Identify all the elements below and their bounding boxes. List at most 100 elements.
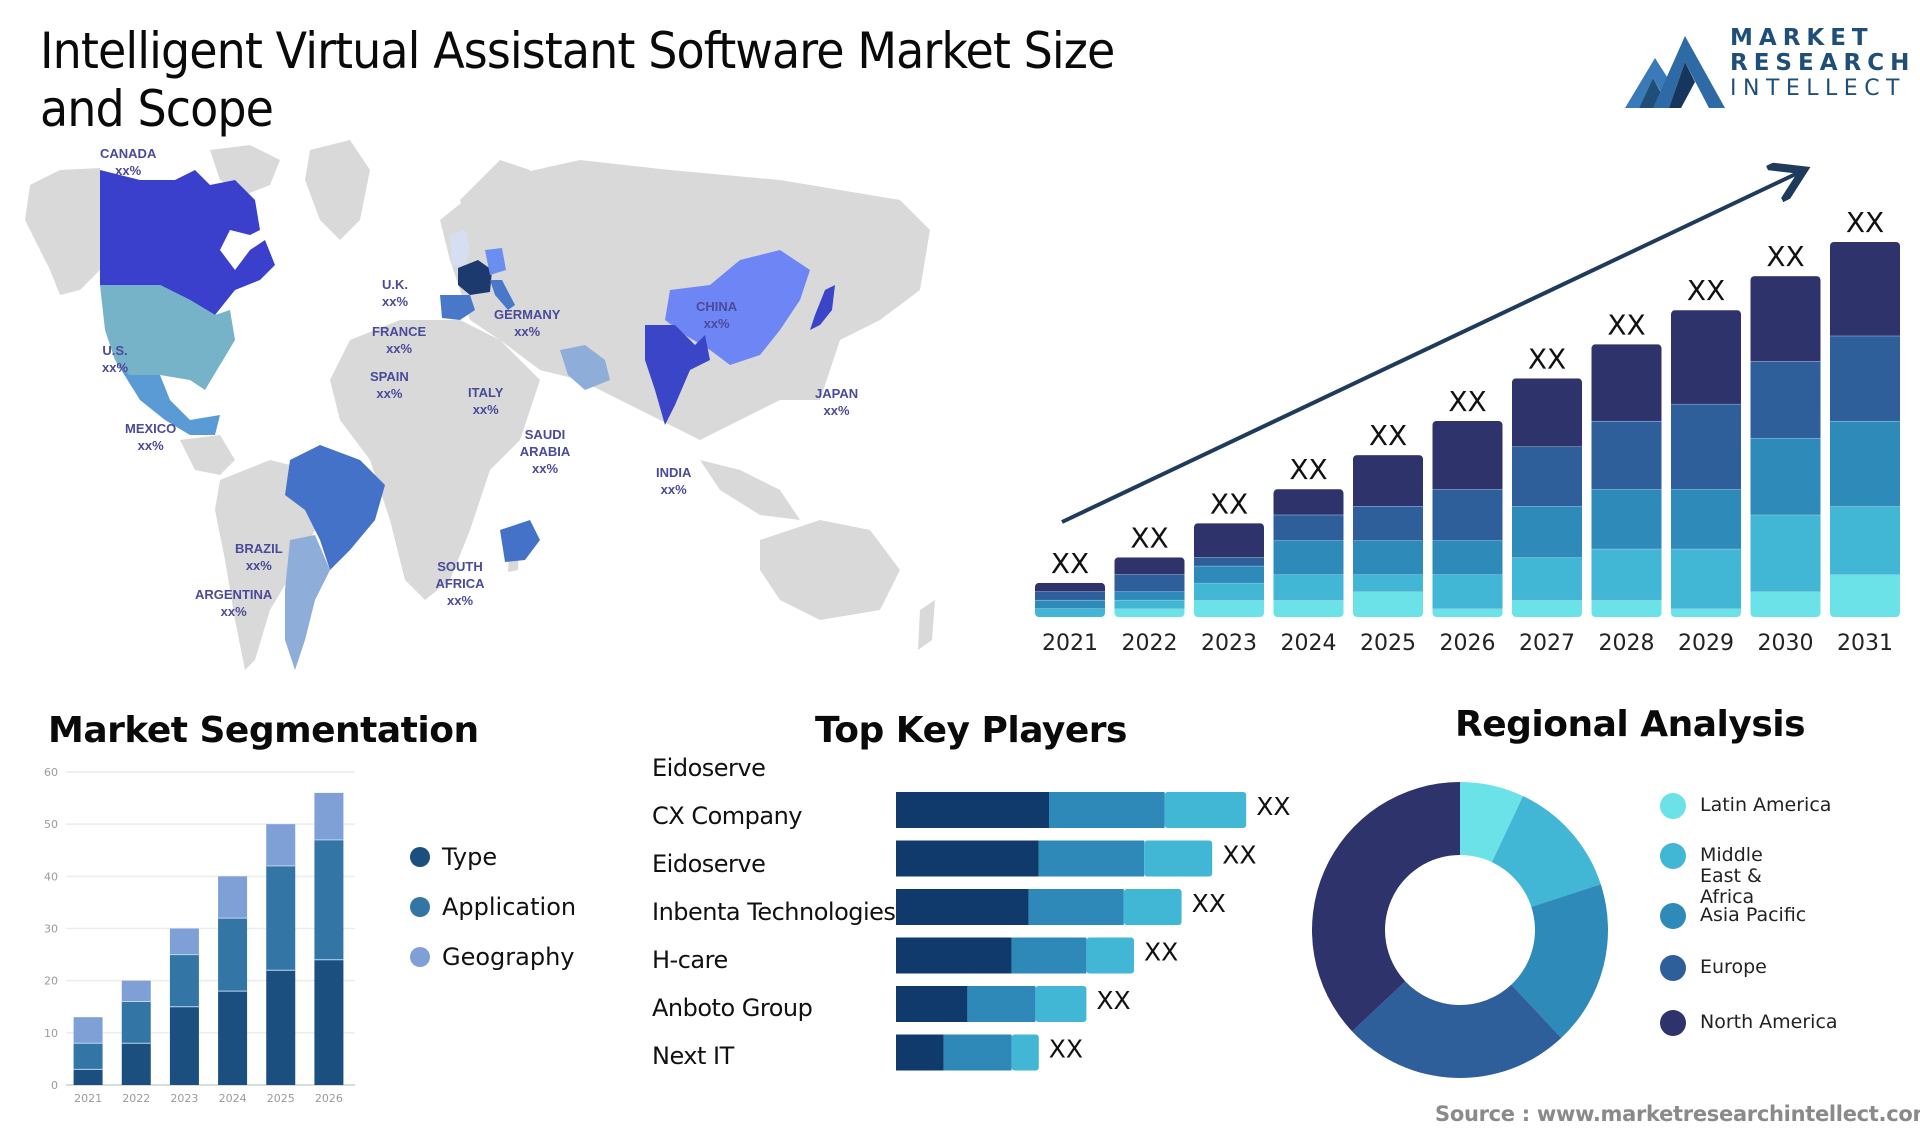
seg-bar-type	[169, 1006, 199, 1085]
x-tick-label: 2026	[1440, 631, 1496, 656]
player-bar-segment	[896, 889, 1029, 925]
bar-segment-4	[1194, 557, 1264, 566]
bar-segment-5	[1671, 310, 1741, 404]
bar-2026	[1432, 420, 1503, 617]
region-legend-north-america: North America	[1660, 1010, 1838, 1036]
bar-segment-5	[1035, 582, 1105, 592]
player-bar-segment	[967, 986, 1036, 1022]
bar-segment-4	[1353, 506, 1423, 541]
player-bar-segment	[1028, 889, 1124, 925]
bar-segment-1	[1750, 591, 1821, 617]
bar-2023	[1194, 523, 1264, 617]
y-tick-label: 40	[44, 870, 58, 883]
seg-bar-type	[218, 991, 248, 1085]
x-tick-label: 2031	[1837, 631, 1893, 656]
region-legend-europe: Europe	[1660, 955, 1767, 981]
x-tick-label: 2030	[1758, 631, 1814, 656]
legend-label-geography: Geography	[442, 943, 575, 971]
player-name: Inbenta Technologies	[652, 898, 896, 926]
player-data-label: XX	[1096, 986, 1130, 1015]
regional-donut-svg	[1312, 782, 1608, 1078]
map-label-uk: U.K. xx%	[382, 277, 409, 309]
player-data-label: XX	[1049, 1035, 1083, 1064]
player-bar-segment	[896, 840, 1039, 877]
y-tick-label: 20	[44, 975, 58, 988]
bar-segment-3	[1114, 591, 1185, 600]
x-tick-label: 2021	[1042, 631, 1098, 656]
bar-segment-5	[1194, 523, 1264, 558]
player-bar	[896, 792, 1247, 828]
seg-bar-type	[73, 1069, 103, 1085]
region-dot-north-america	[1660, 1010, 1686, 1036]
player-data-label: XX	[1192, 889, 1226, 918]
player-bar-segment	[1049, 792, 1165, 828]
player-bar-segment	[896, 1034, 944, 1071]
seg-bar-geography	[73, 1017, 103, 1044]
bar-segment-4	[1512, 446, 1582, 507]
seg-bar-geography	[266, 824, 296, 866]
bar-segment-1	[1273, 599, 1344, 617]
bar-2024	[1273, 489, 1344, 617]
bar-segment-3	[1512, 506, 1582, 558]
player-bar-segment	[896, 986, 968, 1022]
segmentation-chart: 0 10 20 30 40 50 60 2021 2022 2023 2024 2025 2026	[30, 760, 370, 1110]
bar-data-label: XX	[1369, 419, 1407, 452]
bar-segment-4	[1750, 361, 1821, 439]
bar-segment-1	[1830, 574, 1900, 617]
bar-data-label: XX	[1210, 487, 1248, 520]
logo-text-intellect: INTELLECT	[1730, 76, 1906, 101]
source-footer: Source : www.marketresearchintellect.com	[1435, 1102, 1920, 1126]
donut-slice-north-america	[1312, 782, 1460, 1032]
x-tick-label: 2026	[315, 1092, 343, 1105]
seg-bar-application	[266, 865, 296, 971]
bar-segment-4	[1432, 489, 1503, 541]
region-dot-europe	[1660, 955, 1686, 981]
player-bar-segment	[896, 937, 1012, 974]
map-label-argentina: ARGENTINA xx%	[195, 587, 273, 619]
bar-segment-5	[1591, 344, 1662, 421]
brand-logo: MARKET RESEARCH INTELLECT	[1625, 26, 1909, 108]
bar-segment-5	[1750, 276, 1821, 362]
bar-segment-4	[1114, 574, 1185, 592]
legend-dot-geography	[410, 947, 430, 967]
bar-segment-1	[1114, 608, 1185, 617]
world-map: CANADA xx% U.S. xx% MEXICO xx% U.K. xx% FRAN…	[20, 140, 940, 680]
bar-segment-5	[1432, 420, 1503, 490]
bar-segment-2	[1512, 557, 1582, 600]
x-tick-label: 2023	[170, 1092, 198, 1105]
segmentation-chart-svg: 0 10 20 30 40 50 60 2021 2022 2023 2024 2025 2026	[44, 766, 355, 1105]
bar-segment-3	[1273, 540, 1344, 575]
y-tick-label: 60	[44, 766, 58, 779]
x-tick-label: 2024	[1281, 631, 1337, 656]
player-bar-segment	[1086, 937, 1134, 974]
region-dot-middle-east-africa	[1660, 843, 1686, 869]
player-bar-segment	[1011, 1034, 1039, 1071]
seg-bar-application	[169, 954, 199, 1007]
bar-data-label: XX	[1289, 453, 1327, 486]
bar-data-label: XX	[1687, 274, 1725, 307]
bar-segment-3	[1830, 420, 1900, 507]
region-label: North America	[1700, 1011, 1838, 1033]
seg-bar-geography	[314, 792, 344, 840]
region-dot-latin-america	[1660, 793, 1686, 819]
player-bar-segment	[1123, 889, 1182, 925]
mountain-logo-icon	[1625, 36, 1725, 108]
x-tick-label: 2029	[1678, 631, 1734, 656]
x-tick-label: 2023	[1201, 631, 1257, 656]
bar-segment-5	[1512, 378, 1582, 447]
bar-data-label: XX	[1448, 385, 1486, 418]
bar-segment-3	[1194, 565, 1264, 583]
bar-2021	[1035, 582, 1105, 617]
map-label-brazil: BRAZIL xx%	[235, 541, 283, 573]
map-label-france: FRANCE xx%	[372, 324, 427, 356]
bar-segment-4	[1273, 514, 1344, 541]
bar-2029	[1671, 310, 1741, 617]
legend-label-application: Application	[442, 893, 577, 921]
bar-segment-4	[1830, 335, 1900, 421]
bar-segment-5	[1114, 557, 1185, 575]
bar-segment-3	[1591, 489, 1662, 549]
bar-2027	[1512, 378, 1582, 617]
bar-segment-2	[1750, 514, 1821, 592]
seg-bar-geography	[218, 876, 248, 919]
market-growth-chart-svg: XX 2021 XX 2022 XX 2023 XX 2024 XX 2025 XX 2026 XX 20…	[1035, 160, 1900, 656]
